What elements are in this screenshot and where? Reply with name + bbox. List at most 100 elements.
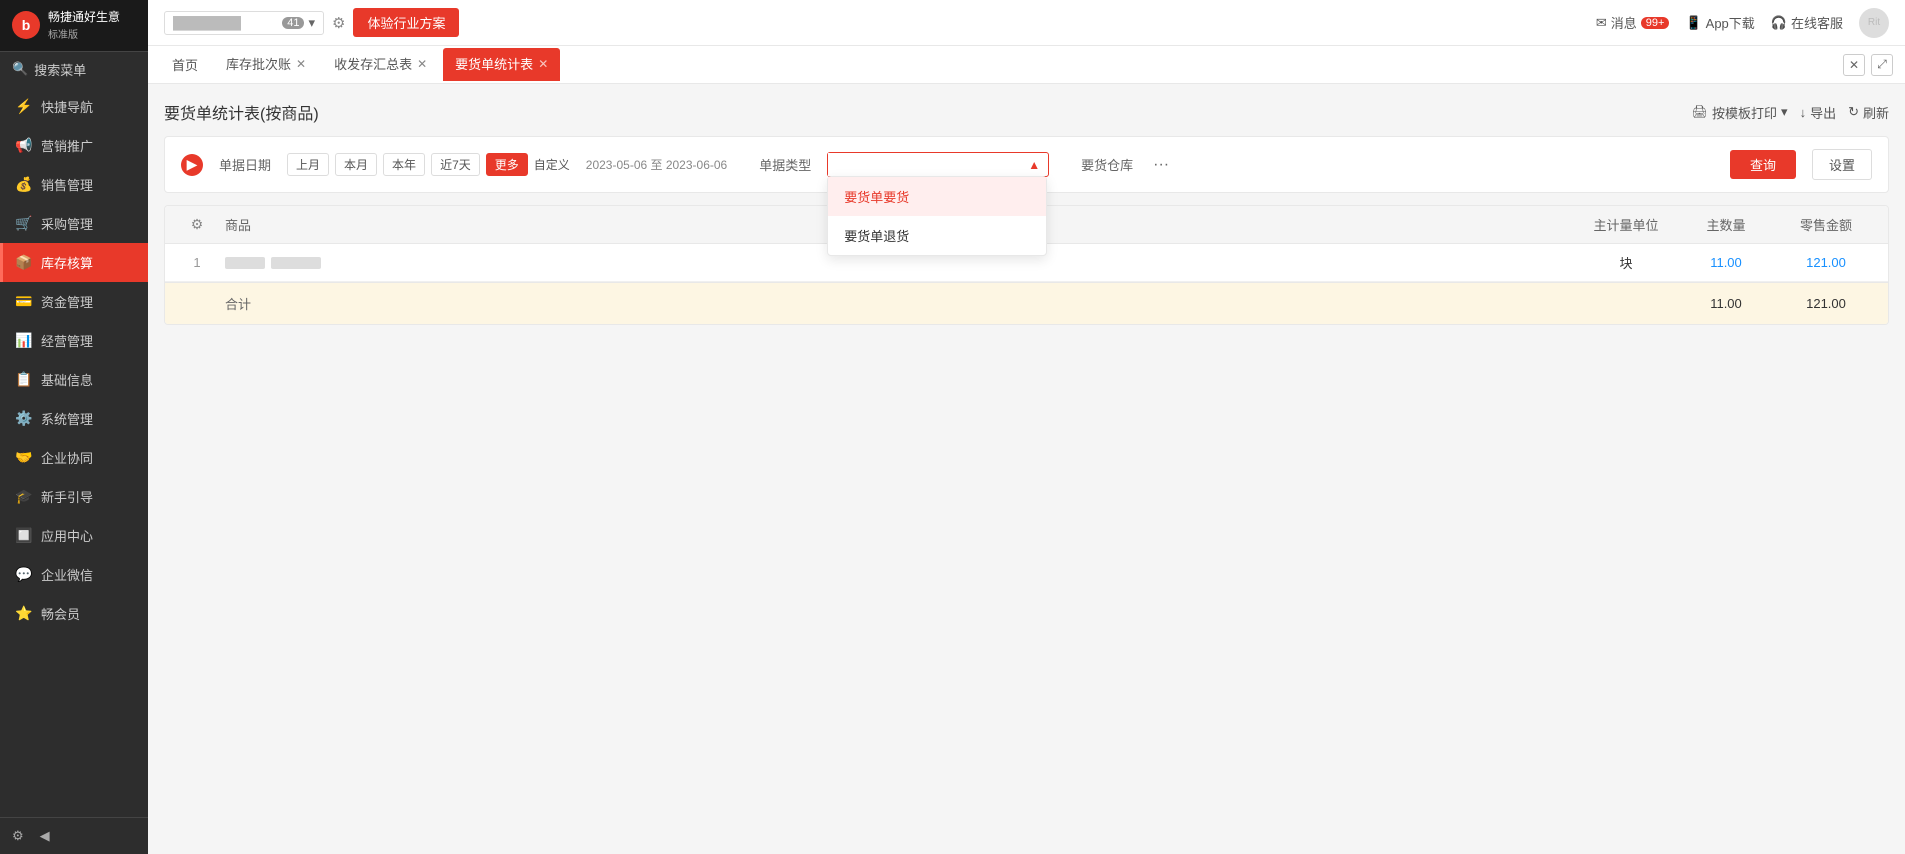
- topbar-right: ✉ 消息 99+ 📱 App下载 🎧 在线客服 Rit: [1596, 8, 1889, 38]
- chevron-down-icon: ▾: [1781, 104, 1788, 120]
- sidebar-item-system[interactable]: ⚙️ 系统管理: [0, 399, 148, 438]
- type-dropdown-arrow[interactable]: ▲: [1020, 154, 1048, 176]
- filter-expand-button[interactable]: ▶: [181, 154, 203, 176]
- search-icon: 🔍: [12, 61, 28, 77]
- messages-label: 消息: [1611, 13, 1637, 32]
- sidebar-item-label: 经营管理: [41, 331, 93, 350]
- sidebar-item-shortcut[interactable]: ⚡ 快捷导航: [0, 87, 148, 126]
- app-logo: b 畅捷通好生意 标准版: [0, 0, 148, 52]
- search-menu-label: 搜索菜单: [34, 60, 86, 79]
- sidebar-nav: ⚡ 快捷导航 📢 营销推广 💰 销售管理 🛒 采购管理 📦 库存核算 💳 资金管…: [0, 87, 148, 817]
- expand-tabs-button[interactable]: ⤢: [1871, 54, 1893, 76]
- warehouse-more-button[interactable]: ···: [1153, 156, 1169, 174]
- filter-panel: ▶ 单据日期 上月 本月 本年 近7天 更多 自定义 2023-05-06 至 …: [164, 136, 1889, 193]
- trial-button[interactable]: 体验行业方案: [353, 8, 459, 37]
- sidebar-item-label: 基础信息: [41, 370, 93, 389]
- sidebar-item-label: 企业协同: [41, 448, 93, 467]
- sidebar-item-newbie[interactable]: 🎓 新手引导: [0, 477, 148, 516]
- messages-icon: ✉: [1596, 15, 1607, 31]
- custom-date-button[interactable]: 自定义: [534, 156, 570, 173]
- app-download-item[interactable]: 📱 App下载: [1685, 13, 1754, 32]
- marketing-icon: 📢: [15, 137, 33, 154]
- print-button[interactable]: 🖨 按模板打印 ▾: [1692, 103, 1788, 122]
- page-content: 要货单统计表(按商品) 🖨 按模板打印 ▾ ↓ 导出 ↻ 刷新: [148, 84, 1905, 854]
- sidebar-item-label: 应用中心: [41, 526, 93, 545]
- operation-icon: 📊: [15, 332, 33, 349]
- search-menu[interactable]: 🔍 搜索菜单: [0, 52, 148, 87]
- type-filter-input[interactable]: [828, 153, 1020, 176]
- sidebar-item-finance[interactable]: 💳 资金管理: [0, 282, 148, 321]
- date-shortcuts: 上月 本月 本年 近7天 更多 自定义: [287, 153, 570, 176]
- this-year-button[interactable]: 本年: [383, 153, 425, 176]
- messages-item[interactable]: ✉ 消息 99+: [1596, 13, 1670, 32]
- sidebar-bottom: ⚙ ◀: [0, 817, 148, 854]
- company-count: 41: [282, 17, 304, 29]
- enterprise-icon: 🤝: [15, 449, 33, 466]
- sidebar-item-purchase[interactable]: 🛒 采购管理: [0, 204, 148, 243]
- company-selector[interactable]: ████████ 41 ▾: [164, 11, 324, 35]
- tab-inventory-batch[interactable]: 库存批次账 ✕: [214, 48, 318, 81]
- close-receive-summary-tab[interactable]: ✕: [417, 57, 427, 71]
- app-name: 畅捷通好生意: [48, 10, 120, 26]
- type-filter-input-wrapper: ▲ 要货单要货 要货单退货: [827, 152, 1049, 177]
- page-actions: 🖨 按模板打印 ▾ ↓ 导出 ↻ 刷新: [1692, 103, 1890, 122]
- user-avatar[interactable]: Rit: [1859, 8, 1889, 38]
- chevron-down-icon: ▾: [308, 15, 315, 31]
- sidebar-item-marketing[interactable]: 📢 营销推广: [0, 126, 148, 165]
- sidebar-item-wechat[interactable]: 💬 企业微信: [0, 555, 148, 594]
- table-settings-cell[interactable]: ⚙: [177, 216, 217, 233]
- close-inventory-batch-tab[interactable]: ✕: [296, 57, 306, 71]
- row-amount: 121.00: [1776, 255, 1876, 270]
- sidebar-item-appcenter[interactable]: 🔲 应用中心: [0, 516, 148, 555]
- sidebar-item-enterprise[interactable]: 🤝 企业协同: [0, 438, 148, 477]
- footer-qty: 11.00: [1676, 296, 1776, 311]
- sidebar-item-basic[interactable]: 📋 基础信息: [0, 360, 148, 399]
- query-button[interactable]: 查询: [1730, 150, 1796, 179]
- warehouse-filter-label: 要货仓库: [1081, 155, 1133, 174]
- last-7-days-button[interactable]: 近7天: [431, 153, 480, 176]
- export-button[interactable]: ↓ 导出: [1800, 103, 1837, 122]
- tab-home[interactable]: 首页: [160, 49, 210, 80]
- this-month-button[interactable]: 本月: [335, 153, 377, 176]
- close-all-tabs-button[interactable]: ✕: [1843, 54, 1865, 76]
- export-label: 导出: [1810, 103, 1836, 122]
- shortcut-icon: ⚡: [15, 98, 33, 115]
- refresh-button[interactable]: ↻ 刷新: [1848, 103, 1889, 122]
- messages-badge: 99+: [1641, 17, 1670, 29]
- date-filter-label: 单据日期: [219, 155, 271, 174]
- more-dates-button[interactable]: 更多: [486, 153, 528, 176]
- sidebar-item-inventory[interactable]: 📦 库存核算: [0, 243, 148, 282]
- system-icon: ⚙️: [15, 410, 33, 427]
- company-settings-icon[interactable]: ⚙: [332, 14, 345, 32]
- tab-home-label: 首页: [172, 55, 198, 74]
- sidebar-item-label: 系统管理: [41, 409, 93, 428]
- tabbar-right: ✕ ⤢: [1843, 54, 1893, 76]
- product-placeholder: [225, 257, 1568, 269]
- dropdown-item-order[interactable]: 要货单要货: [828, 177, 1046, 216]
- sidebar: b 畅捷通好生意 标准版 🔍 搜索菜单 ⚡ 快捷导航 📢 营销推广 💰 销售管理…: [0, 0, 148, 854]
- settings-row-button[interactable]: 设置: [1812, 149, 1872, 180]
- close-order-summary-tab[interactable]: ✕: [538, 57, 548, 71]
- sidebar-item-member[interactable]: ⭐ 畅会员: [0, 594, 148, 633]
- row-index: 1: [177, 255, 217, 270]
- headset-icon: 🎧: [1771, 15, 1787, 31]
- settings-button[interactable]: ⚙: [12, 828, 24, 844]
- online-service-label: 在线客服: [1791, 13, 1843, 32]
- last-month-button[interactable]: 上月: [287, 153, 329, 176]
- export-icon: ↓: [1800, 105, 1807, 120]
- online-service-item[interactable]: 🎧 在线客服: [1771, 13, 1843, 32]
- collapse-button[interactable]: ◀: [40, 828, 50, 844]
- tab-order-summary[interactable]: 要货单统计表 ✕: [443, 48, 560, 81]
- sidebar-item-operation[interactable]: 📊 经营管理: [0, 321, 148, 360]
- tabbar: 首页 库存批次账 ✕ 收发存汇总表 ✕ 要货单统计表 ✕ ✕ ⤢: [148, 46, 1905, 84]
- tab-receive-summary[interactable]: 收发存汇总表 ✕: [322, 48, 439, 81]
- table-footer: 合计 11.00 121.00: [165, 282, 1888, 324]
- appcenter-icon: 🔲: [15, 527, 33, 544]
- print-label: 按模板打印: [1712, 103, 1777, 122]
- tab-order-summary-label: 要货单统计表: [455, 54, 533, 73]
- row-unit: 块: [1576, 253, 1676, 272]
- dropdown-item-return[interactable]: 要货单退货: [828, 216, 1046, 255]
- wechat-icon: 💬: [15, 566, 33, 583]
- sidebar-item-sales[interactable]: 💰 销售管理: [0, 165, 148, 204]
- page-title: 要货单统计表(按商品): [164, 100, 319, 124]
